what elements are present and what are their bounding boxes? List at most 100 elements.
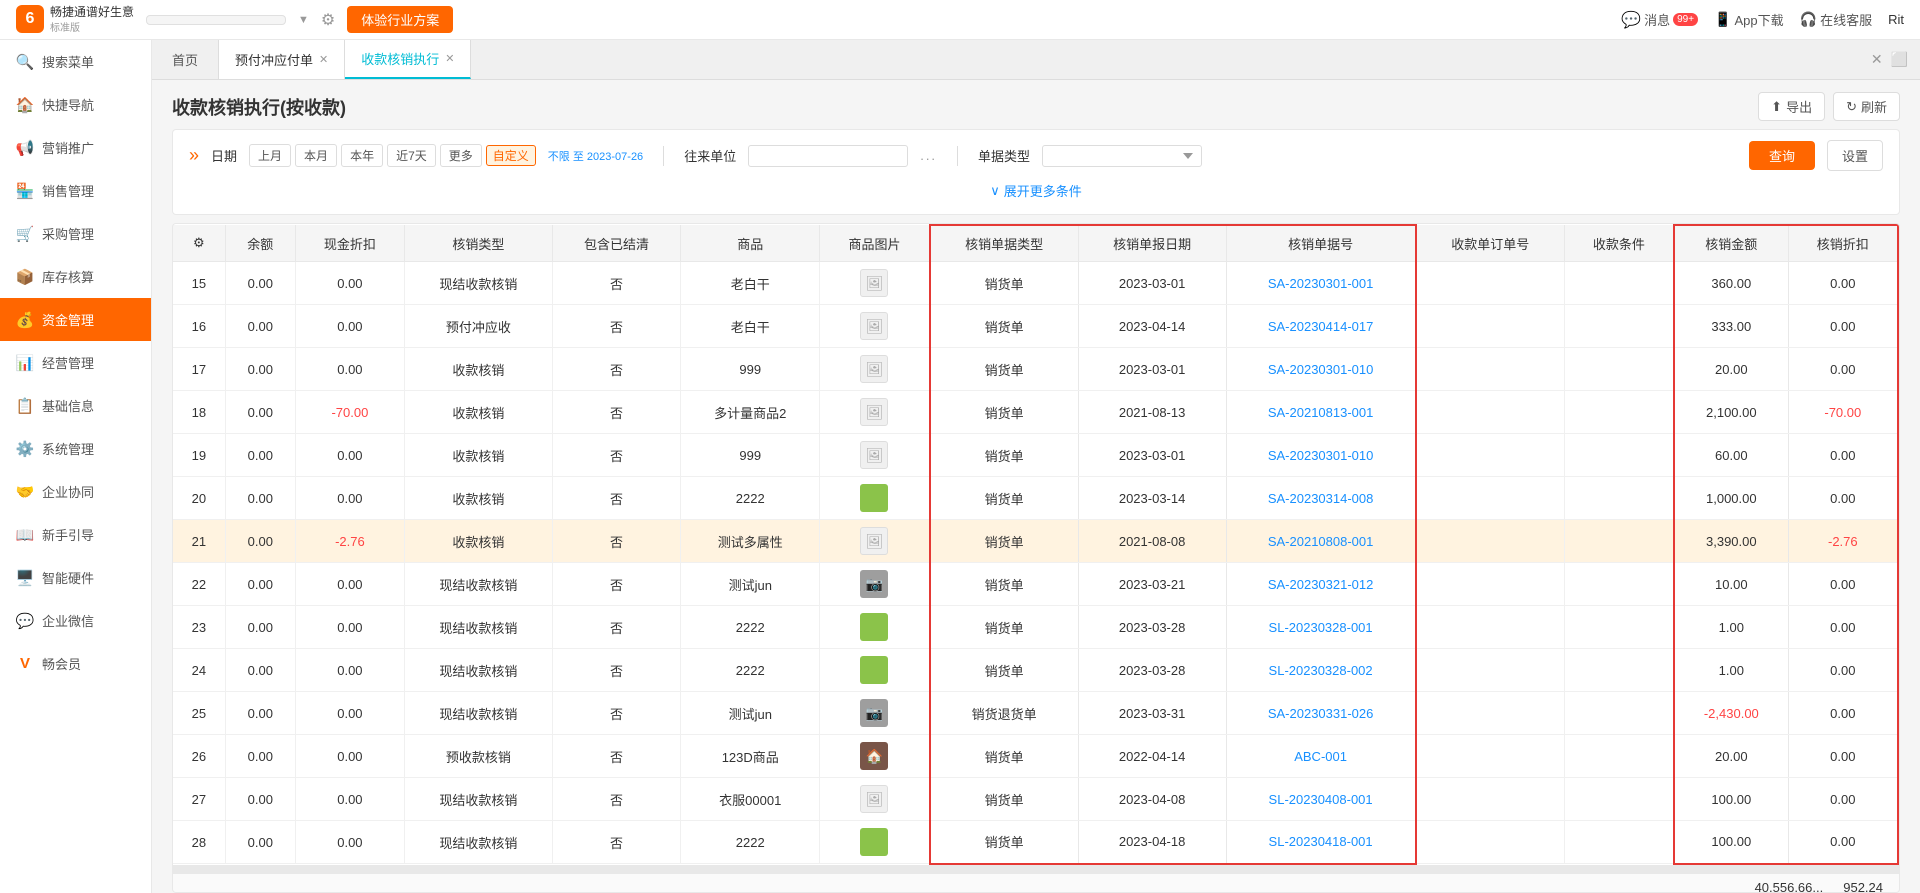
- sidebar-item-finance[interactable]: 💰 资金管理: [0, 298, 151, 341]
- row-id: 20: [173, 477, 225, 520]
- col-header-cancel-date: 核销单报日期: [1078, 225, 1226, 262]
- horizontal-scrollbar[interactable]: [173, 865, 1899, 873]
- date-btn-more[interactable]: 更多: [440, 144, 482, 167]
- sidebar-item-guide[interactable]: 📖 新手引导: [0, 513, 151, 556]
- cancel-no-link[interactable]: SA-20230414-017: [1268, 319, 1374, 334]
- refresh-button[interactable]: ↻ 刷新: [1833, 92, 1900, 121]
- data-table-container: ⚙ 余额 现金折扣 核销类型 包含已结清 商品 商品图片 核销单据类型 核销单报…: [172, 223, 1900, 893]
- cancel-no-link[interactable]: SA-20230331-026: [1268, 706, 1374, 721]
- table-row: 280.000.00现结收款核销否2222销货单2023-04-18SL-202…: [173, 821, 1898, 864]
- table-row: 170.000.00收款核销否999🖼销货单2023-03-01SA-20230…: [173, 348, 1898, 391]
- refresh-icon: ↻: [1846, 99, 1857, 115]
- sidebar-item-inventory[interactable]: 📦 库存核算: [0, 255, 151, 298]
- sidebar-item-system[interactable]: ⚙️ 系统管理: [0, 427, 151, 470]
- sidebar-item-label: 企业协同: [42, 482, 94, 501]
- cancel-no-link[interactable]: SA-20230301-010: [1268, 362, 1374, 377]
- sidebar-item-enterprise[interactable]: 🤝 企业协同: [0, 470, 151, 513]
- row-id: 24: [173, 649, 225, 692]
- top-search-input[interactable]: [146, 15, 286, 25]
- row-id: 17: [173, 348, 225, 391]
- tab-prepay[interactable]: 预付冲应付单 ✕: [219, 40, 345, 79]
- data-table: ⚙ 余额 现金折扣 核销类型 包含已结清 商品 商品图片 核销单据类型 核销单报…: [173, 224, 1899, 865]
- message-icon[interactable]: 💬 消息 99+: [1621, 10, 1698, 30]
- sidebar-item-wechat[interactable]: 💬 企业微信: [0, 599, 151, 642]
- tab-home[interactable]: 首页: [152, 40, 219, 79]
- table-row: 220.000.00现结收款核销否测试jun📷销货单2023-03-21SA-2…: [173, 563, 1898, 606]
- from-unit-input[interactable]: [748, 145, 908, 167]
- user-name: Rit: [1888, 12, 1904, 27]
- sidebar-item-hardware[interactable]: 🖥️ 智能硬件: [0, 556, 151, 599]
- date-btn-this-month[interactable]: 本月: [295, 144, 337, 167]
- sidebar-item-basic[interactable]: 📋 基础信息: [0, 384, 151, 427]
- cancel-no-link[interactable]: SA-20230314-008: [1268, 491, 1374, 506]
- export-icon: ⬆: [1771, 99, 1782, 115]
- goods-image-cell: [820, 821, 930, 864]
- logo-icon: 6: [16, 5, 44, 33]
- maximize-window-icon[interactable]: ⬜: [1891, 51, 1908, 68]
- message-badge: 99+: [1673, 13, 1698, 26]
- app-download-link[interactable]: 📱 App下载: [1714, 10, 1784, 29]
- table-row: 260.000.00预收款核销否123D商品🏠销货单2022-04-14ABC-…: [173, 735, 1898, 778]
- date-btn-last-month[interactable]: 上月: [249, 144, 291, 167]
- table-row: 160.000.00预付冲应收否老白干🖼销货单2023-04-14SA-2023…: [173, 305, 1898, 348]
- goods-image-cell: 🖼: [820, 305, 930, 348]
- voucher-type-select[interactable]: [1042, 145, 1202, 167]
- date-btn-custom[interactable]: 自定义: [486, 145, 536, 166]
- collapse-filter-icon[interactable]: »: [189, 145, 199, 166]
- expand-more-btn[interactable]: ∨ 展开更多条件: [936, 177, 1136, 204]
- logo-sub: 标准版: [50, 19, 134, 34]
- cancel-no-link[interactable]: SA-20230321-012: [1268, 577, 1374, 592]
- col-header-gear[interactable]: ⚙: [173, 225, 225, 262]
- goods-image-cell: 🖼: [820, 391, 930, 434]
- cancel-no-link[interactable]: SA-20210808-001: [1268, 534, 1374, 549]
- col-header-goods: 商品: [681, 225, 820, 262]
- logo: 6 畅捷通谱好生意 标准版: [16, 5, 134, 34]
- cancel-no-link[interactable]: SL-20230408-001: [1269, 792, 1373, 807]
- search-icon: 🔍: [16, 53, 34, 71]
- sidebar-item-shortcut[interactable]: 🏠 快捷导航: [0, 83, 151, 126]
- tab-close-icon[interactable]: ✕: [445, 52, 454, 65]
- sidebar-item-purchase[interactable]: 🛒 采购管理: [0, 212, 151, 255]
- cancel-no-link[interactable]: SL-20230418-001: [1269, 834, 1373, 849]
- cancel-no-link[interactable]: ABC-001: [1294, 749, 1347, 764]
- sidebar-item-member[interactable]: V 畅会员: [0, 642, 151, 685]
- tab-label: 收款核销执行: [361, 49, 439, 68]
- sidebar-item-label: 快捷导航: [42, 95, 94, 114]
- from-unit-label: 往来单位: [684, 146, 736, 165]
- cancel-no-link[interactable]: SA-20230301-001: [1268, 276, 1374, 291]
- dropdown-arrow-icon: ▼: [298, 14, 309, 26]
- sidebar-item-search[interactable]: 🔍 搜索菜单: [0, 40, 151, 83]
- sidebar: 🔍 搜索菜单 🏠 快捷导航 📢 营销推广 🏪 销售管理 🛒 采购管理 📦 库存核…: [0, 40, 152, 893]
- date-btn-this-year[interactable]: 本年: [341, 144, 383, 167]
- sidebar-item-marketing[interactable]: 📢 营销推广: [0, 126, 151, 169]
- settings-button[interactable]: 设置: [1827, 140, 1883, 171]
- close-window-icon[interactable]: ✕: [1871, 51, 1883, 68]
- cancel-no-link[interactable]: SA-20230301-010: [1268, 448, 1374, 463]
- export-button[interactable]: ⬆ 导出: [1758, 92, 1825, 121]
- row-id: 16: [173, 305, 225, 348]
- sidebar-item-label: 畅会员: [42, 654, 81, 673]
- date-buttons: 上月 本月 本年 近7天 更多 自定义: [249, 144, 536, 167]
- row-id: 25: [173, 692, 225, 735]
- cancel-no-link[interactable]: SA-20210813-001: [1268, 405, 1374, 420]
- online-service-link[interactable]: 🎧 在线客服: [1800, 10, 1872, 29]
- query-button[interactable]: 查询: [1749, 141, 1815, 170]
- tab-close-icon[interactable]: ✕: [319, 53, 328, 66]
- sidebar-item-sales[interactable]: 🏪 销售管理: [0, 169, 151, 212]
- cancel-no-link[interactable]: SL-20230328-001: [1269, 620, 1373, 635]
- logo-title: 畅捷通谱好生意: [50, 5, 134, 19]
- col-header-balance: 余额: [225, 225, 295, 262]
- table-row: 200.000.00收款核销否2222销货单2023-03-14SA-20230…: [173, 477, 1898, 520]
- sidebar-item-label: 基础信息: [42, 396, 94, 415]
- sidebar-item-label: 采购管理: [42, 224, 94, 243]
- sidebar-item-business[interactable]: 📊 经营管理: [0, 341, 151, 384]
- cancel-no-link[interactable]: SL-20230328-002: [1269, 663, 1373, 678]
- finance-icon: 💰: [16, 311, 34, 329]
- table-row: 270.000.00现结收款核销否衣服00001🖼销货单2023-04-08SL…: [173, 778, 1898, 821]
- date-btn-7days[interactable]: 近7天: [387, 144, 436, 167]
- goods-image-cell: [820, 649, 930, 692]
- settings-gear-icon[interactable]: ⚙: [321, 10, 335, 30]
- main-content: 首页 预付冲应付单 ✕ 收款核销执行 ✕ ✕ ⬜ 收款核销执行(按收款) ⬆ 导…: [152, 40, 1920, 893]
- tab-receive[interactable]: 收款核销执行 ✕: [345, 40, 471, 79]
- trial-button[interactable]: 体验行业方案: [347, 6, 453, 33]
